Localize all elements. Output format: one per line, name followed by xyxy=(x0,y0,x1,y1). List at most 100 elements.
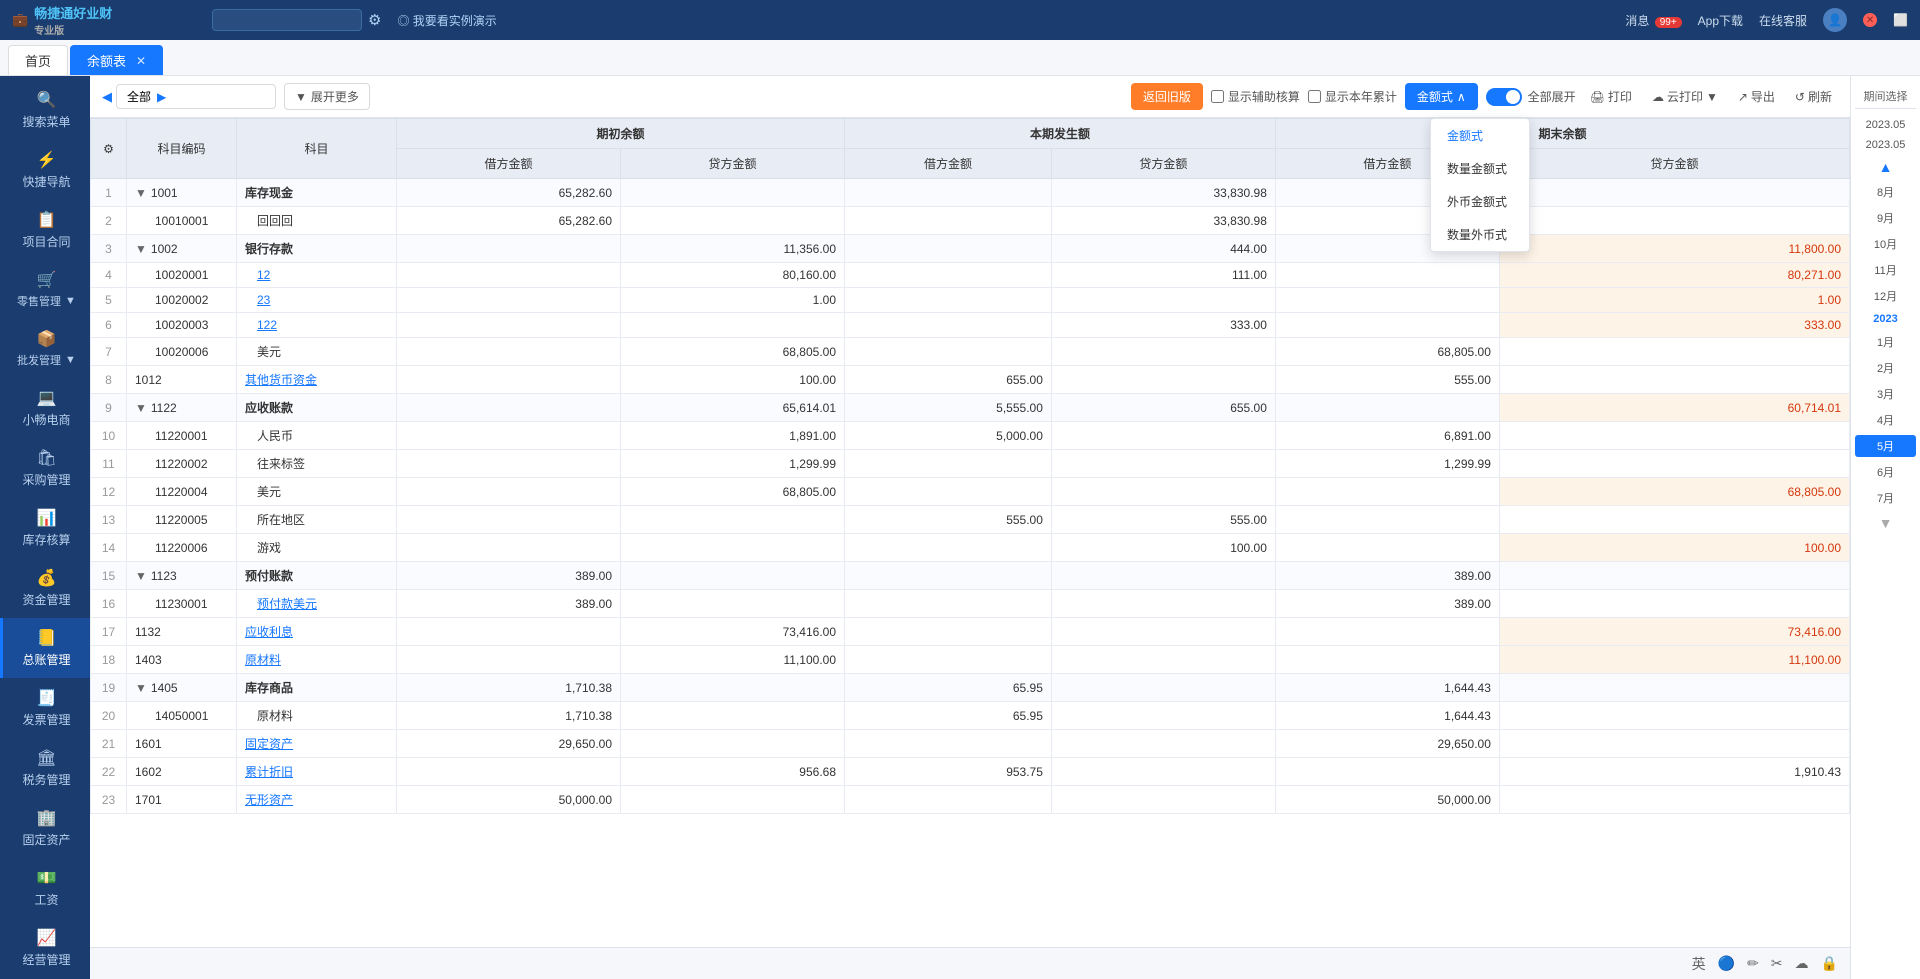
table-row[interactable]: 1411220006游戏100.00100.00 xyxy=(91,534,1850,562)
month-7[interactable]: 7月 xyxy=(1855,487,1916,509)
row-name[interactable]: 12 xyxy=(237,263,397,288)
name-link[interactable]: 122 xyxy=(257,318,277,332)
dropdown-item-qty-foreign[interactable]: 数量外币式 xyxy=(1431,218,1529,251)
month-9[interactable]: 9月 xyxy=(1855,207,1916,229)
name-link[interactable]: 12 xyxy=(257,268,270,282)
return-old-btn[interactable]: 返回旧版 xyxy=(1131,83,1203,110)
edit-icon[interactable]: ✏ xyxy=(1747,955,1759,972)
month-6[interactable]: 6月 xyxy=(1855,461,1916,483)
name-link[interactable]: 应收利息 xyxy=(245,625,293,639)
month-11[interactable]: 11月 xyxy=(1855,259,1916,281)
table-row[interactable]: 19▼1405库存商品1,710.3865.951,644.43 xyxy=(91,674,1850,702)
online-service-btn[interactable]: 在线客服 xyxy=(1759,12,1807,29)
sidebar-item-operations[interactable]: 📈 经营管理 xyxy=(0,918,90,978)
dropdown-item-qty-amount[interactable]: 数量金额式 xyxy=(1431,152,1529,185)
sidebar-item-purchase[interactable]: 🛍 采购管理 xyxy=(0,438,90,498)
tab-balance[interactable]: 余额表 ✕ xyxy=(70,45,163,75)
nav-down-arrow[interactable]: ▼ xyxy=(1855,513,1916,533)
table-row[interactable]: 2014050001原材料1,710.3865.951,644.43 xyxy=(91,702,1850,730)
user-avatar[interactable]: 👤 xyxy=(1823,8,1847,32)
month-3[interactable]: 3月 xyxy=(1855,383,1916,405)
demo-link[interactable]: 我要看实例演示 xyxy=(397,12,496,29)
export-btn[interactable]: ↗ 导出 xyxy=(1732,84,1781,109)
name-link[interactable]: 预付款美元 xyxy=(257,597,317,611)
status-icon[interactable]: 🔵 xyxy=(1718,955,1735,972)
sidebar-item-inventory[interactable]: 📊 库存核算 xyxy=(0,498,90,558)
lang-icon[interactable]: 英 xyxy=(1692,954,1706,974)
mode-btn[interactable]: 金额式 ∧ xyxy=(1405,83,1478,110)
table-wrapper[interactable]: ⚙ 科目编码 科目 期初余额 本期发生额 期末余额 借方金额 贷方金额 借方金额… xyxy=(90,118,1850,947)
name-link[interactable]: 23 xyxy=(257,293,270,307)
sidebar-item-invoice[interactable]: 🧾 发票管理 xyxy=(0,678,90,738)
row-name[interactable]: 无形资产 xyxy=(237,786,397,814)
row-name[interactable]: 其他货币资金 xyxy=(237,366,397,394)
month-10[interactable]: 10月 xyxy=(1855,233,1916,255)
row-name[interactable]: 应收利息 xyxy=(237,618,397,646)
print-btn[interactable]: 🖨 打印 xyxy=(1584,84,1638,109)
name-link[interactable]: 原材料 xyxy=(245,653,281,667)
close-btn[interactable]: ✕ xyxy=(1863,13,1877,27)
checkbox-year[interactable]: 显示本年累计 xyxy=(1308,88,1397,105)
year-item-2023-start[interactable]: 2023.05 xyxy=(1855,117,1916,133)
name-link[interactable]: 无形资产 xyxy=(245,793,293,807)
year-item-2023-end[interactable]: 2023.05 xyxy=(1855,137,1916,153)
sidebar-item-retail[interactable]: 🛒 零售管理 ▼ xyxy=(0,260,90,319)
sidebar-item-assets[interactable]: 🏢 固定资产 xyxy=(0,798,90,858)
expand-btn[interactable]: ▼ 展开更多 xyxy=(284,83,370,110)
year-2023-label[interactable]: 2023 xyxy=(1855,311,1916,327)
table-row[interactable]: 181403原材料11,100.0011,100.00 xyxy=(91,646,1850,674)
table-row[interactable]: 210010001回回回65,282.6033,830.9831,451.62 xyxy=(91,207,1850,235)
table-row[interactable]: 510020002231.001.00 xyxy=(91,288,1850,313)
row-name[interactable]: 原材料 xyxy=(237,646,397,674)
table-row[interactable]: 9▼1122应收账款65,614.015,555.00655.0060,714.… xyxy=(91,394,1850,422)
sidebar-item-funds[interactable]: 💰 资金管理 xyxy=(0,558,90,618)
table-row[interactable]: 1011220001人民币1,891.005,000.006,891.00 xyxy=(91,422,1850,450)
cloud-icon[interactable]: ☁ xyxy=(1795,955,1809,972)
row-name[interactable]: 122 xyxy=(237,313,397,338)
nav-up-arrow[interactable]: ▲ xyxy=(1855,157,1916,177)
month-2[interactable]: 2月 xyxy=(1855,357,1916,379)
filter-back-icon[interactable]: ◀ xyxy=(102,89,112,105)
sidebar-item-wholesale[interactable]: 📦 批发管理 ▼ xyxy=(0,319,90,378)
table-row[interactable]: 81012其他货币资金100.00655.00555.00 xyxy=(91,366,1850,394)
filter-arrow-icon[interactable]: ▶ xyxy=(157,90,166,104)
month-1[interactable]: 1月 xyxy=(1855,331,1916,353)
month-5[interactable]: 5月 xyxy=(1855,435,1916,457)
top-search-input[interactable] xyxy=(212,9,362,31)
row-name[interactable]: 固定资产 xyxy=(237,730,397,758)
expand-icon[interactable]: ⬜ xyxy=(1893,13,1908,27)
sidebar-item-project[interactable]: 📋 项目合同 xyxy=(0,200,90,260)
table-row[interactable]: 1611230001预付款美元389.00389.00 xyxy=(91,590,1850,618)
refresh-btn[interactable]: ↺ 刷新 xyxy=(1789,84,1838,109)
settings-icon[interactable]: ⚙ xyxy=(103,142,114,156)
year-checkbox[interactable] xyxy=(1308,90,1321,103)
th-setting[interactable]: ⚙ xyxy=(91,119,127,179)
table-row[interactable]: 1▼1001库存现金65,282.6033,830.9831,451.62 xyxy=(91,179,1850,207)
name-link[interactable]: 固定资产 xyxy=(245,737,293,751)
row-name[interactable]: 预付款美元 xyxy=(237,590,397,618)
tab-home[interactable]: 首页 xyxy=(8,45,68,75)
row-name[interactable]: 23 xyxy=(237,288,397,313)
sidebar-item-quicknav[interactable]: ⚡ 快捷导航 xyxy=(0,140,90,200)
dropdown-item-amount[interactable]: 金额式 xyxy=(1431,119,1529,152)
name-link[interactable]: 其他货币资金 xyxy=(245,373,317,387)
tab-close-icon[interactable]: ✕ xyxy=(136,54,146,68)
lock-icon[interactable]: 🔒 xyxy=(1821,955,1838,972)
table-row[interactable]: 710020006美元68,805.0068,805.00 xyxy=(91,338,1850,366)
name-link[interactable]: 累计折旧 xyxy=(245,765,293,779)
sidebar-item-search[interactable]: 🔍 搜索菜单 xyxy=(0,80,90,140)
table-row[interactable]: 1211220004美元68,805.0068,805.00 xyxy=(91,478,1850,506)
toggle-expand[interactable]: 全部展开 xyxy=(1486,88,1576,106)
table-row[interactable]: 171132应收利息73,416.0073,416.00 xyxy=(91,618,1850,646)
assist-checkbox[interactable] xyxy=(1211,90,1224,103)
message-btn[interactable]: 消息 99+ xyxy=(1625,12,1681,29)
table-row[interactable]: 221602累计折旧956.68953.751,910.43 xyxy=(91,758,1850,786)
sidebar-item-salary[interactable]: 💵 工资 xyxy=(0,858,90,918)
month-8[interactable]: 8月 xyxy=(1855,181,1916,203)
sidebar-item-ledger[interactable]: 📒 总账管理 xyxy=(0,618,90,678)
month-4[interactable]: 4月 xyxy=(1855,409,1916,431)
table-row[interactable]: 211601固定资产29,650.0029,650.00 xyxy=(91,730,1850,758)
cloud-print-btn[interactable]: ☁ 云打印 ▼ xyxy=(1646,84,1724,109)
month-12[interactable]: 12月 xyxy=(1855,285,1916,307)
sidebar-item-tax[interactable]: 🏛 税务管理 xyxy=(0,738,90,798)
